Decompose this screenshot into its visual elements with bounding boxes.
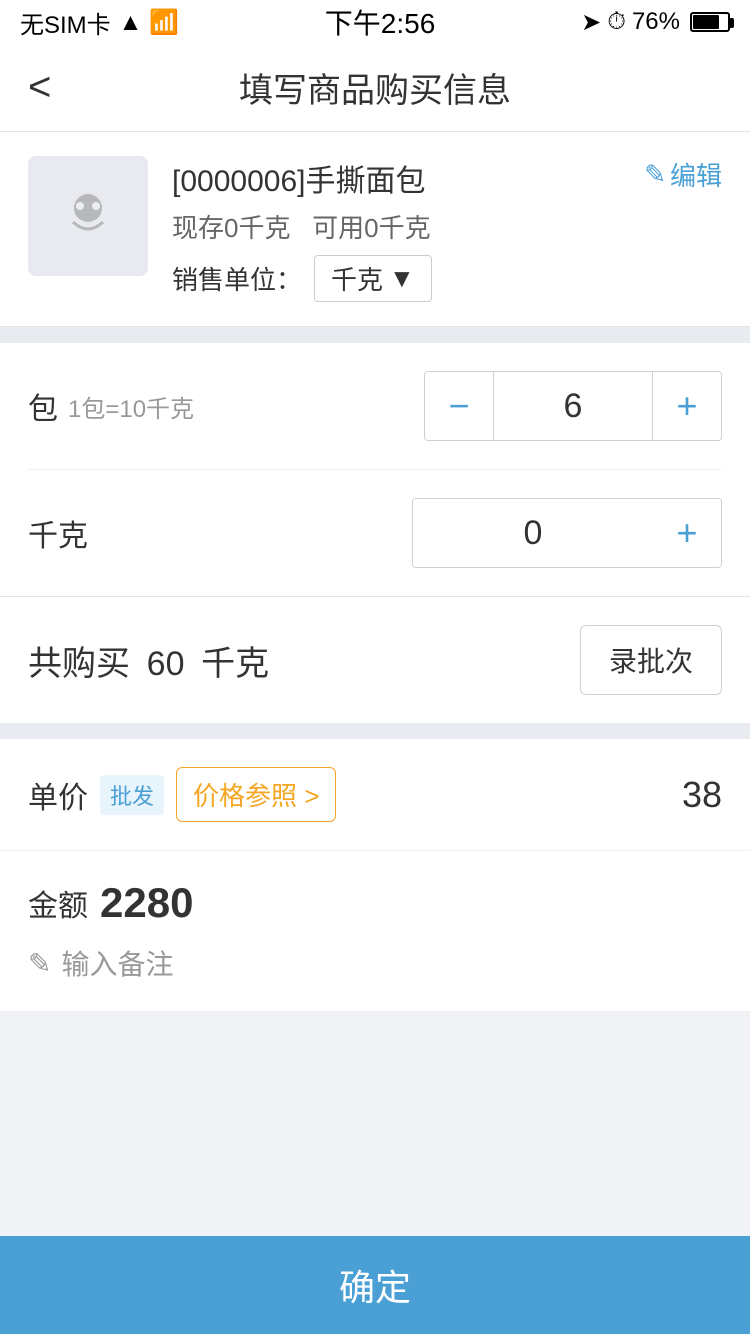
product-card: [0000006]手撕面包 ✎编辑 现存0千克 可用0千克 销售单位： 千克 ▼ [0, 132, 750, 327]
note-placeholder: 输入备注 [61, 943, 173, 983]
kg-quantity-control: + [412, 498, 722, 568]
package-input-row: 包 1包=10千克 − + [28, 343, 722, 470]
price-label-row: 单价 批发 价格参照 > [28, 767, 336, 822]
price-type-tag: 批发 [100, 775, 164, 815]
kg-quantity-input[interactable] [413, 499, 653, 567]
kg-input-row: 千克 + [28, 470, 722, 596]
amount-section: 金额 2280 ✎ 输入备注 [0, 850, 750, 1011]
package-hint: 1包=10千克 [68, 389, 194, 424]
battery-text: 76% [632, 8, 680, 36]
page-title: 填写商品购买信息 [239, 63, 511, 112]
package-minus-button[interactable]: − [425, 372, 493, 440]
product-logo-icon [58, 186, 118, 246]
status-bar: 无SIM卡 ▲️ 📶 下午2:56 ➤ ⏱ 76% [0, 0, 750, 44]
note-row[interactable]: ✎ 输入备注 [28, 943, 722, 983]
amount-value: 2280 [100, 879, 193, 927]
status-right: ➤ ⏱ 76% [581, 8, 730, 37]
product-name: [0000006]手撕面包 [172, 156, 425, 200]
nav-bar: < 填写商品购买信息 [0, 44, 750, 132]
total-text: 共购买 60 千克 [28, 636, 269, 685]
wifi-icon: ▲️ 📶 [119, 8, 179, 37]
product-image [28, 156, 148, 276]
amount-label: 金额 [28, 881, 88, 925]
kg-label: 千克 [28, 511, 88, 555]
note-icon: ✎ [28, 947, 51, 980]
amount-row: 金额 2280 [28, 879, 722, 927]
price-label: 单价 [28, 773, 88, 817]
unit-select[interactable]: 千克 ▼ [314, 255, 432, 302]
input-section: 包 1包=10千克 − + 千克 + [0, 343, 750, 596]
section-divider-1 [0, 327, 750, 343]
status-time: 下午2:56 [325, 2, 436, 42]
package-quantity-control: − + [424, 371, 722, 441]
confirm-button[interactable]: 确定 [0, 1236, 750, 1334]
edit-button[interactable]: ✎编辑 [644, 156, 722, 193]
section-divider-2 [0, 723, 750, 739]
price-section: 单价 批发 价格参照 > 38 [0, 739, 750, 850]
product-info: [0000006]手撕面包 ✎编辑 现存0千克 可用0千克 销售单位： 千克 ▼ [172, 156, 722, 302]
unit-label: 销售单位： [172, 260, 302, 297]
package-plus-button[interactable]: + [653, 372, 721, 440]
alarm-icon: ⏱ [607, 8, 626, 36]
carrier-text: 无SIM卡 [20, 5, 111, 40]
price-value: 38 [682, 774, 722, 816]
kg-plus-button[interactable]: + [653, 499, 721, 567]
batch-button[interactable]: 录批次 [580, 625, 722, 695]
product-stock: 现存0千克 可用0千克 [172, 208, 722, 245]
back-button[interactable]: < [28, 65, 51, 110]
battery-icon [690, 12, 730, 32]
package-quantity-input[interactable] [493, 372, 653, 440]
total-section: 共购买 60 千克 录批次 [0, 596, 750, 723]
product-header: [0000006]手撕面包 ✎编辑 [172, 156, 722, 200]
price-ref-button[interactable]: 价格参照 > [176, 767, 336, 822]
package-label: 包 1包=10千克 [28, 384, 194, 428]
location-icon: ➤ [581, 8, 601, 37]
total-value: 60 [147, 645, 185, 683]
status-left: 无SIM卡 ▲️ 📶 [20, 5, 179, 40]
product-unit-row: 销售单位： 千克 ▼ [172, 255, 722, 302]
